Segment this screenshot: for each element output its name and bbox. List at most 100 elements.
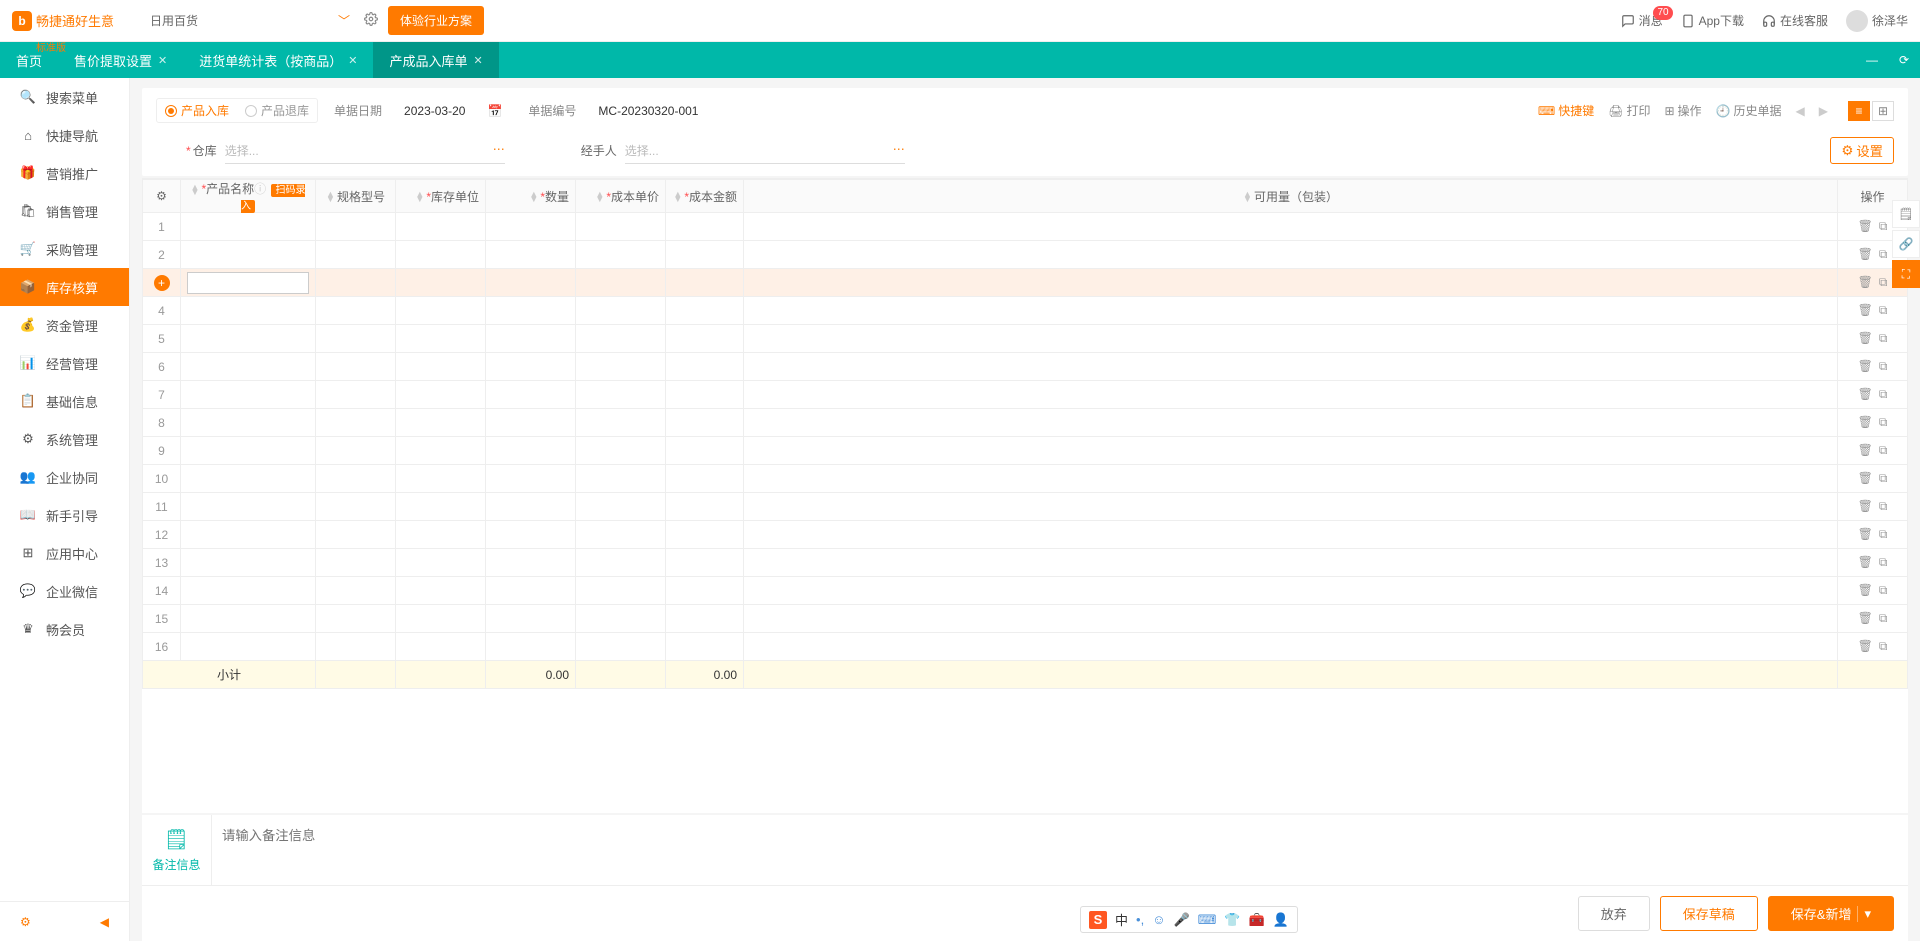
table-row[interactable]: 10🗑⧉	[143, 465, 1908, 493]
ime-emoji-icon[interactable]: ☺	[1152, 912, 1165, 927]
app-download-button[interactable]: App下载	[1681, 12, 1744, 29]
sidebar-item-purchase[interactable]: 🛒采购管理	[0, 230, 129, 268]
sidebar-item-quicknav[interactable]: ⌂快捷导航	[0, 116, 129, 154]
delete-row-icon[interactable]: 🗑	[1858, 639, 1873, 653]
view-card-button[interactable]: ⊞	[1872, 101, 1894, 121]
delete-row-icon[interactable]: 🗑	[1858, 387, 1873, 401]
print-button[interactable]: 🖨打印	[1608, 102, 1650, 119]
ime-lang[interactable]: 中	[1115, 910, 1128, 929]
copy-row-icon[interactable]: ⧉	[1879, 471, 1888, 485]
tab-minimize-button[interactable]: —	[1856, 42, 1888, 78]
copy-row-icon[interactable]: ⧉	[1879, 555, 1888, 569]
delete-row-icon[interactable]: 🗑	[1858, 611, 1873, 625]
sidebar-item-vip[interactable]: ♛畅会员	[0, 610, 129, 648]
table-row[interactable]: 13🗑⧉	[143, 549, 1908, 577]
doc-date-value[interactable]: 2023-03-20	[404, 104, 465, 118]
copy-row-icon[interactable]: ⧉	[1879, 331, 1888, 345]
sidebar-item-search[interactable]: 🔍搜索菜单	[0, 78, 129, 116]
close-icon[interactable]: ✕	[158, 54, 167, 67]
view-list-button[interactable]: ≡	[1848, 101, 1870, 121]
copy-row-icon[interactable]: ⧉	[1879, 415, 1888, 429]
ime-user-icon[interactable]: 👤	[1273, 912, 1289, 928]
sidebar-item-collab[interactable]: 👥企业协同	[0, 458, 129, 496]
delete-row-icon[interactable]: 🗑	[1858, 359, 1873, 373]
delete-row-icon[interactable]: 🗑	[1858, 583, 1873, 597]
radio-product-out[interactable]: 产品退库	[245, 102, 309, 119]
column-amount[interactable]: ▲▼*成本金额	[666, 180, 744, 213]
radio-product-in[interactable]: 产品入库	[165, 102, 229, 119]
product-name-input[interactable]	[187, 272, 309, 294]
copy-row-icon[interactable]: ⧉	[1879, 443, 1888, 457]
table-row[interactable]: 16🗑⧉	[143, 633, 1908, 661]
tab-purchase-report[interactable]: 进货单统计表（按商品）✕	[183, 42, 373, 78]
chevron-down-icon[interactable]: ▾	[1857, 906, 1871, 922]
copy-row-icon[interactable]: ⧉	[1879, 499, 1888, 513]
shortcut-button[interactable]: ⌨快捷键	[1538, 102, 1594, 119]
copy-row-icon[interactable]: ⧉	[1879, 639, 1888, 653]
copy-row-icon[interactable]: ⧉	[1879, 611, 1888, 625]
sidebar-item-finance[interactable]: 💰资金管理	[0, 306, 129, 344]
table-row[interactable]: 11🗑⧉	[143, 493, 1908, 521]
calendar-icon[interactable]: 📅	[487, 104, 502, 118]
operate-button[interactable]: ⊞操作	[1664, 102, 1701, 119]
table-row[interactable]: 9🗑⧉	[143, 437, 1908, 465]
add-row-icon[interactable]: +	[154, 275, 170, 291]
close-icon[interactable]: ✕	[348, 54, 357, 67]
messages-button[interactable]: 消息 70	[1621, 12, 1663, 29]
delete-row-icon[interactable]: 🗑	[1858, 275, 1873, 289]
sidebar-item-apps[interactable]: ⊞应用中心	[0, 534, 129, 572]
copy-row-icon[interactable]: ⧉	[1879, 275, 1888, 289]
delete-row-icon[interactable]: 🗑	[1858, 443, 1873, 457]
delete-row-icon[interactable]: 🗑	[1858, 499, 1873, 513]
remarks-input[interactable]	[212, 815, 1908, 885]
table-row[interactable]: 15🗑⧉	[143, 605, 1908, 633]
column-unit[interactable]: ▲▼*库存单位	[396, 180, 486, 213]
float-note-button[interactable]: 🗒	[1892, 200, 1920, 228]
table-row[interactable]: 12🗑⧉	[143, 521, 1908, 549]
copy-row-icon[interactable]: ⧉	[1879, 387, 1888, 401]
prev-icon[interactable]: ◀	[1796, 104, 1805, 118]
sidebar-item-wechat[interactable]: 💬企业微信	[0, 572, 129, 610]
table-row[interactable]: 5🗑⧉	[143, 325, 1908, 353]
ime-mic-icon[interactable]: 🎤	[1173, 912, 1189, 928]
tab-refresh-button[interactable]: ⟳	[1888, 42, 1920, 78]
column-price[interactable]: ▲▼*成本单价	[576, 180, 666, 213]
sidebar-item-baseinfo[interactable]: 📋基础信息	[0, 382, 129, 420]
tab-product-inbound[interactable]: 产成品入库单✕	[373, 42, 498, 78]
copy-row-icon[interactable]: ⧉	[1879, 583, 1888, 597]
next-icon[interactable]: ▶	[1819, 104, 1828, 118]
department-select[interactable]: 日用百货 ﹀	[150, 12, 350, 29]
table-row[interactable]: 2🗑⧉	[143, 241, 1908, 269]
table-row[interactable]: + 🗑 ⧉	[143, 269, 1908, 297]
column-qty[interactable]: ▲▼*数量	[486, 180, 576, 213]
table-settings-button[interactable]: ⚙设置	[1830, 137, 1894, 164]
save-new-button[interactable]: 保存&新增▾	[1768, 896, 1894, 931]
column-spec[interactable]: ▲▼规格型号	[316, 180, 396, 213]
tab-price-settings[interactable]: 售价提取设置✕	[58, 42, 183, 78]
ime-keyboard-icon[interactable]: ⌨	[1198, 912, 1217, 928]
handler-select[interactable]: 选择... ⋯	[625, 138, 905, 164]
table-row[interactable]: 14🗑⧉	[143, 577, 1908, 605]
online-service-button[interactable]: 在线客服	[1762, 12, 1828, 29]
discard-button[interactable]: 放弃	[1578, 896, 1650, 931]
delete-row-icon[interactable]: 🗑	[1858, 219, 1873, 233]
delete-row-icon[interactable]: 🗑	[1858, 527, 1873, 541]
table-row[interactable]: 7🗑⧉	[143, 381, 1908, 409]
table-row[interactable]: 8🗑⧉	[143, 409, 1908, 437]
ime-punct-icon[interactable]: •,	[1136, 912, 1144, 927]
sidebar-item-sales[interactable]: 🛍销售管理	[0, 192, 129, 230]
warehouse-select[interactable]: 选择... ⋯	[225, 138, 505, 164]
save-draft-button[interactable]: 保存草稿	[1660, 896, 1758, 931]
sidebar-item-guide[interactable]: 📖新手引导	[0, 496, 129, 534]
column-product-name[interactable]: ▲▼*产品名称ⓘ 扫码录入	[181, 180, 316, 213]
delete-row-icon[interactable]: 🗑	[1858, 471, 1873, 485]
table-row[interactable]: 1🗑⧉	[143, 213, 1908, 241]
copy-row-icon[interactable]: ⧉	[1879, 303, 1888, 317]
delete-row-icon[interactable]: 🗑	[1858, 247, 1873, 261]
float-link-button[interactable]: 🔗	[1892, 230, 1920, 258]
table-row[interactable]: 4🗑⧉	[143, 297, 1908, 325]
table-row[interactable]: 6🗑⧉	[143, 353, 1908, 381]
float-expand-button[interactable]: ⛶	[1892, 260, 1920, 288]
delete-row-icon[interactable]: 🗑	[1858, 555, 1873, 569]
copy-row-icon[interactable]: ⧉	[1879, 527, 1888, 541]
